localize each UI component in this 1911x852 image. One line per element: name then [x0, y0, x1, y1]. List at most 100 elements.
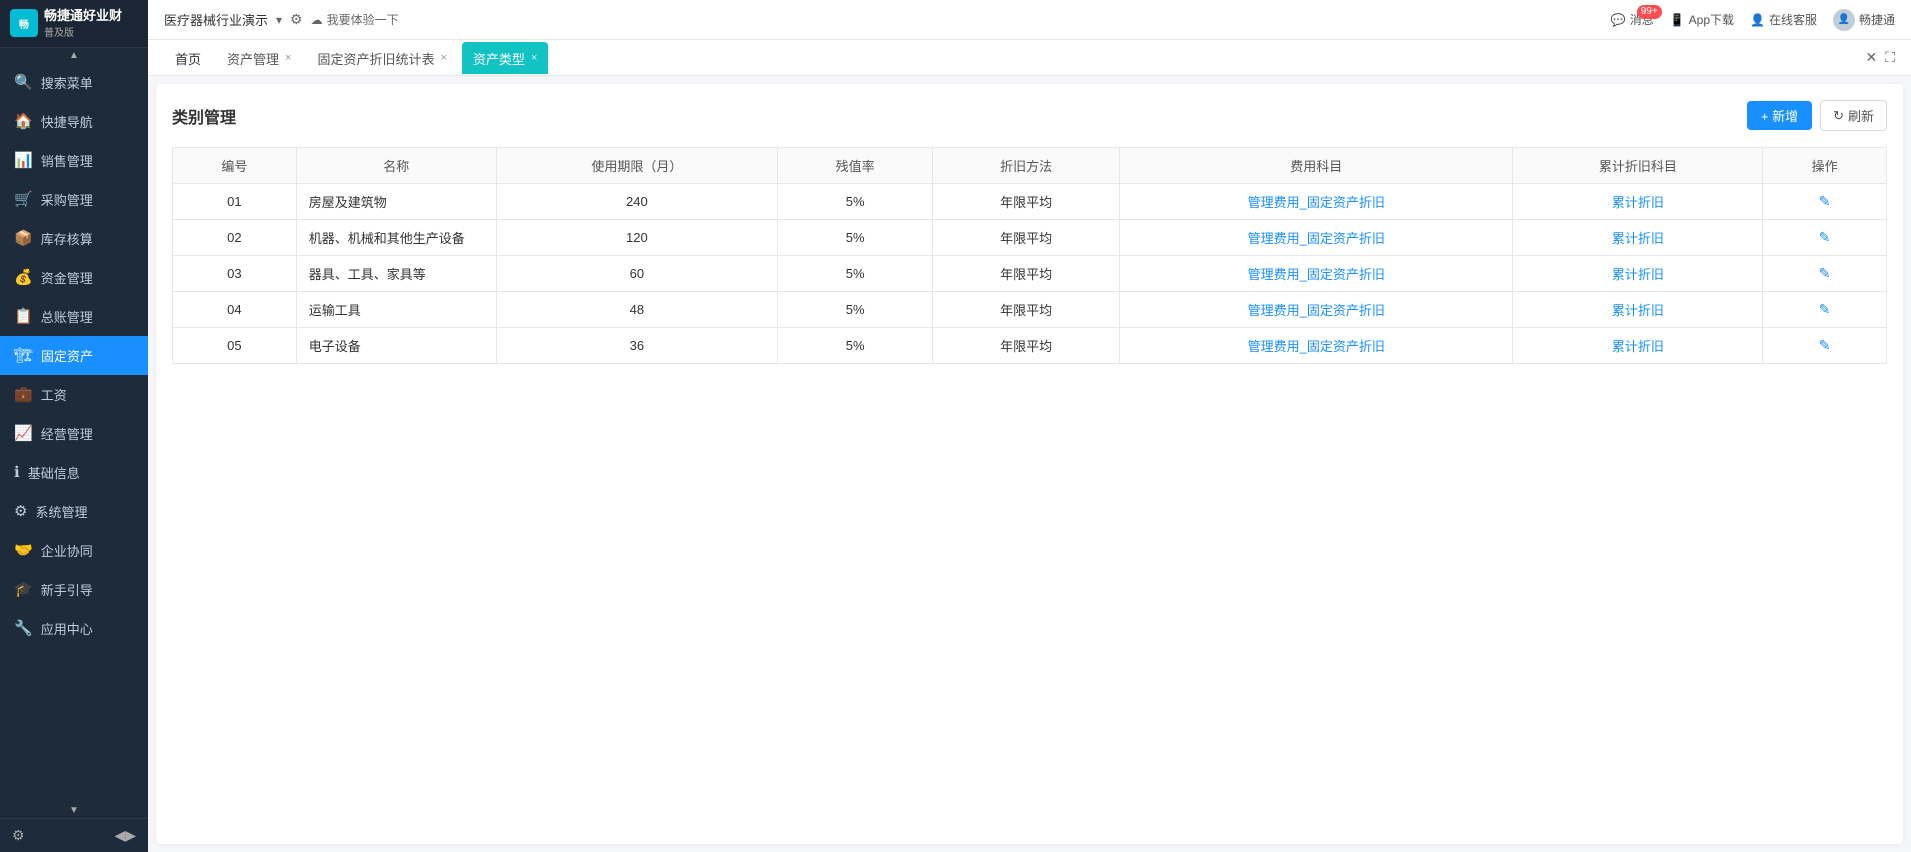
- customer-service-label: 在线客服: [1769, 11, 1817, 28]
- nav-icon-fixed-assets: 🏗: [14, 346, 33, 364]
- nav-label-salary: 工资: [41, 385, 67, 404]
- sidebar-item-search[interactable]: 🔍搜索菜单: [0, 63, 148, 102]
- tab-close-depreciation-table[interactable]: ×: [440, 52, 446, 64]
- nav-label-guide: 新手引导: [41, 580, 93, 599]
- logo-text-block: 畅捷通好业财 普及版: [44, 8, 122, 39]
- nav-icon-sales: 📊: [14, 151, 33, 169]
- col-header-name: 名称: [296, 148, 496, 184]
- table-row: 05电子设备365%年限平均管理费用_固定资产折旧累计折旧✎: [173, 328, 1887, 364]
- cell-action[interactable]: ✎: [1763, 220, 1887, 256]
- topbar-gear-icon[interactable]: ⚙: [290, 11, 303, 28]
- cell-code[interactable]: 05: [173, 328, 297, 364]
- table-body: 01房屋及建筑物2405%年限平均管理费用_固定资产折旧累计折旧✎02机器、机械…: [173, 184, 1887, 364]
- logo-name: 畅捷通好业财: [44, 8, 122, 24]
- edit-icon[interactable]: ✎: [1819, 301, 1831, 317]
- nav-icon-ledger: 📋: [14, 307, 33, 325]
- tab-home[interactable]: 首页: [164, 42, 212, 74]
- cell-action[interactable]: ✎: [1763, 184, 1887, 220]
- sidebar-item-inventory[interactable]: 📦库存核算: [0, 219, 148, 258]
- cell-depreciation_subject: 累计折旧: [1513, 328, 1763, 364]
- cell-expense_subject: 管理费用_固定资产折旧: [1120, 184, 1513, 220]
- tab-close-asset-mgmt[interactable]: ×: [285, 52, 291, 64]
- table-row: 01房屋及建筑物2405%年限平均管理费用_固定资产折旧累计折旧✎: [173, 184, 1887, 220]
- sidebar-item-sales[interactable]: 📊销售管理: [0, 141, 148, 180]
- nav-label-search: 搜索菜单: [41, 73, 93, 92]
- nav-icon-funds: 💰: [14, 268, 33, 286]
- sidebar-item-system[interactable]: ⚙系统管理: [0, 492, 148, 531]
- sidebar-item-quick-nav[interactable]: 🏠快捷导航: [0, 102, 148, 141]
- cell-method: 年限平均: [933, 292, 1120, 328]
- cell-residual: 5%: [778, 256, 933, 292]
- sidebar-item-funds[interactable]: 💰资金管理: [0, 258, 148, 297]
- sidebar-item-basic-info[interactable]: ℹ基础信息: [0, 453, 148, 492]
- message-btn[interactable]: 💬 消息 99: [1611, 11, 1654, 28]
- scroll-down-arrow[interactable]: ▼: [69, 805, 79, 816]
- experience-btn[interactable]: ☁ 我要体验一下: [311, 11, 399, 28]
- sidebar-item-operations[interactable]: 📈 经营管理: [0, 414, 148, 453]
- cell-residual: 5%: [778, 292, 933, 328]
- tab-asset-mgmt[interactable]: 资产管理×: [216, 42, 302, 74]
- nav-icon-system: ⚙: [14, 502, 27, 520]
- sidebar-nav: 🔍搜索菜单🏠快捷导航📊销售管理 🛒 采购管理 📦库存核算💰资金管理📋总账管理🏗固定资产…: [0, 63, 148, 648]
- col-header-depreciation_subject: 累计折旧科目: [1513, 148, 1763, 184]
- sidebar-item-guide[interactable]: 🎓新手引导: [0, 570, 148, 609]
- avatar: 👤: [1833, 9, 1855, 31]
- tab-asset-type[interactable]: 资产类型×: [462, 42, 548, 74]
- nav-icon-app-center: 🔧: [14, 619, 33, 637]
- cell-action[interactable]: ✎: [1763, 256, 1887, 292]
- edit-icon[interactable]: ✎: [1819, 229, 1831, 245]
- logo-version: 普及版: [44, 24, 122, 39]
- app-download-label: App下载: [1689, 11, 1734, 28]
- cell-expense_subject: 管理费用_固定资产折旧: [1120, 292, 1513, 328]
- cell-period: 240: [496, 184, 777, 220]
- sidebar-item-purchase[interactable]: 🛒 采购管理: [0, 180, 148, 219]
- dropdown-icon[interactable]: ▾: [276, 13, 282, 27]
- cell-action[interactable]: ✎: [1763, 328, 1887, 364]
- nav-label-purchase: 采购管理: [41, 190, 93, 209]
- cell-method: 年限平均: [933, 256, 1120, 292]
- nav-label-operations: 经营管理: [41, 424, 93, 443]
- edit-icon[interactable]: ✎: [1819, 265, 1831, 281]
- settings-icon[interactable]: ⚙: [12, 827, 25, 844]
- cell-name: 电子设备: [296, 328, 496, 364]
- edit-icon[interactable]: ✎: [1819, 337, 1831, 353]
- tab-close-window-btn[interactable]: ✕: [1865, 49, 1877, 66]
- tab-actions: ✕ ⛶: [1865, 49, 1895, 66]
- nav-icon-purchase: 🛒: [14, 190, 33, 208]
- tab-maximize-btn[interactable]: ⛶: [1885, 49, 1895, 66]
- main-panel: 医疗器械行业演示 ▾ ⚙ ☁ 我要体验一下 💬 消息 99 📱 App下载 👤 …: [148, 0, 1911, 852]
- col-header-method: 折旧方法: [933, 148, 1120, 184]
- sidebar-item-app-center[interactable]: 🔧应用中心: [0, 609, 148, 648]
- sidebar-item-salary[interactable]: 💼工资: [0, 375, 148, 414]
- data-table: 编号名称使用期限（月）残值率折旧方法费用科目累计折旧科目操作 01房屋及建筑物2…: [172, 147, 1887, 364]
- cell-code[interactable]: 02: [173, 220, 297, 256]
- cell-period: 48: [496, 292, 777, 328]
- cell-name: 机器、机械和其他生产设备: [296, 220, 496, 256]
- cell-residual: 5%: [778, 184, 933, 220]
- sidebar-item-fixed-assets[interactable]: 🏗固定资产: [0, 336, 148, 375]
- top-bar-right: 💬 消息 99 📱 App下载 👤 在线客服 👤 畅捷通: [1611, 9, 1895, 31]
- top-bar: 医疗器械行业演示 ▾ ⚙ ☁ 我要体验一下 💬 消息 99 📱 App下载 👤 …: [148, 0, 1911, 40]
- customer-service-btn[interactable]: 👤 在线客服: [1750, 11, 1817, 28]
- sidebar-item-enterprise[interactable]: 🤝企业协同: [0, 531, 148, 570]
- cell-action[interactable]: ✎: [1763, 292, 1887, 328]
- user-label: 畅捷通: [1859, 11, 1895, 28]
- edit-icon[interactable]: ✎: [1819, 193, 1831, 209]
- new-button[interactable]: + 新增: [1747, 101, 1812, 130]
- collapse-icon[interactable]: ◀▶: [114, 827, 136, 844]
- app-download-btn[interactable]: 📱 App下载: [1670, 11, 1734, 28]
- cell-expense_subject: 管理费用_固定资产折旧: [1120, 220, 1513, 256]
- cell-code[interactable]: 04: [173, 292, 297, 328]
- refresh-button[interactable]: ↻ 刷新: [1820, 100, 1887, 131]
- tab-depreciation-table[interactable]: 固定资产折旧统计表×: [306, 42, 457, 74]
- cell-code[interactable]: 03: [173, 256, 297, 292]
- user-menu[interactable]: 👤 畅捷通: [1833, 9, 1895, 31]
- tab-close-asset-type[interactable]: ×: [531, 52, 537, 64]
- cell-method: 年限平均: [933, 184, 1120, 220]
- content-header: 类别管理 + 新增 ↻ 刷新: [172, 100, 1887, 131]
- scroll-up-arrow[interactable]: ▲: [69, 50, 79, 61]
- sidebar-item-ledger[interactable]: 📋总账管理: [0, 297, 148, 336]
- cell-code[interactable]: 01: [173, 184, 297, 220]
- nav-icon-operations: 📈: [14, 424, 33, 442]
- cell-name: 房屋及建筑物: [296, 184, 496, 220]
